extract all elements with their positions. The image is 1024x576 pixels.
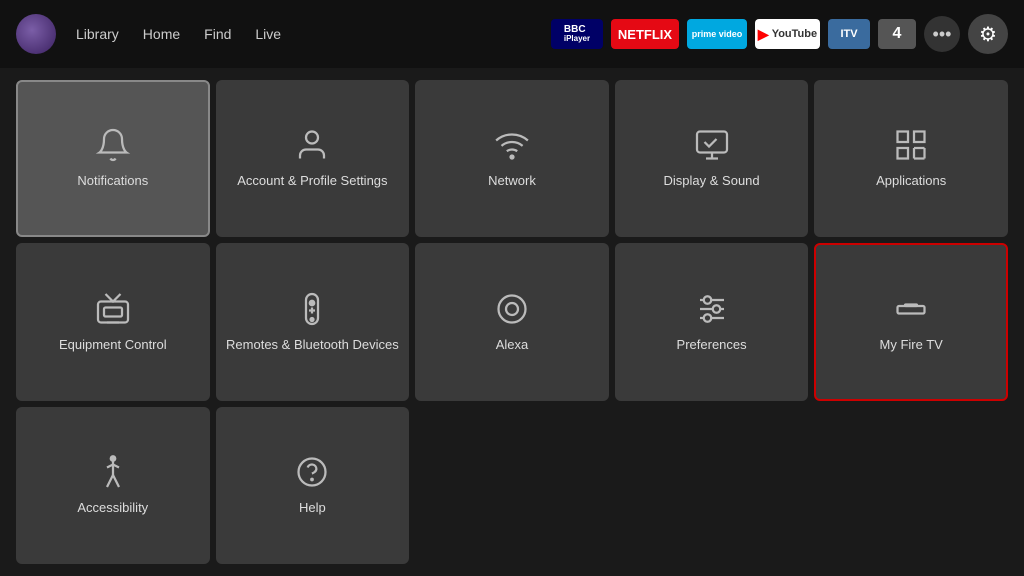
display-sound-tile[interactable]: Display & Sound xyxy=(615,80,809,237)
alexa-tile[interactable]: Alexa xyxy=(415,243,609,400)
more-button[interactable]: ••• xyxy=(924,16,960,52)
applications-tile[interactable]: Applications xyxy=(814,80,1008,237)
nav-home[interactable]: Home xyxy=(143,26,180,42)
help-tile[interactable]: Help xyxy=(216,407,410,564)
person-icon xyxy=(294,127,330,163)
help-icon xyxy=(294,454,330,490)
alexa-icon xyxy=(494,291,530,327)
equipment-label: Equipment Control xyxy=(59,337,167,354)
remotes-tile[interactable]: Remotes & Bluetooth Devices xyxy=(216,243,410,400)
notifications-label: Notifications xyxy=(77,173,148,190)
nav-find[interactable]: Find xyxy=(204,26,231,42)
streaming-badges: BBCiPlayer NETFLIX prime video ▶YouTube … xyxy=(551,19,916,49)
nav-links: Library Home Find Live xyxy=(76,26,543,42)
bell-icon xyxy=(95,127,131,163)
itv-badge[interactable]: ITV xyxy=(828,19,870,49)
apps-icon xyxy=(893,127,929,163)
settings-grid: Notifications Account & Profile Settings… xyxy=(0,68,1024,576)
wifi-icon xyxy=(494,127,530,163)
myfiretv-tile[interactable]: My Fire TV xyxy=(814,243,1008,400)
display-sound-label: Display & Sound xyxy=(664,173,760,190)
firetv-icon xyxy=(893,291,929,327)
help-label: Help xyxy=(299,500,326,517)
myfiretv-label: My Fire TV xyxy=(880,337,943,354)
netflix-badge[interactable]: NETFLIX xyxy=(611,19,679,49)
avatar[interactable] xyxy=(16,14,56,54)
remote-icon xyxy=(294,291,330,327)
alexa-label: Alexa xyxy=(496,337,529,354)
youtube-badge[interactable]: ▶YouTube xyxy=(755,19,820,49)
nav-live[interactable]: Live xyxy=(255,26,281,42)
nav-library[interactable]: Library xyxy=(76,26,119,42)
prime-video-badge[interactable]: prime video xyxy=(687,19,747,49)
applications-label: Applications xyxy=(876,173,946,190)
notifications-tile[interactable]: Notifications xyxy=(16,80,210,237)
settings-button[interactable]: ⚙ xyxy=(968,14,1008,54)
tv-icon xyxy=(95,291,131,327)
accessibility-label: Accessibility xyxy=(77,500,148,517)
sliders-icon xyxy=(694,291,730,327)
account-label: Account & Profile Settings xyxy=(237,173,387,190)
channel4-badge[interactable]: 4 xyxy=(878,19,916,49)
network-label: Network xyxy=(488,173,536,190)
bbc-iplayer-badge[interactable]: BBCiPlayer xyxy=(551,19,603,49)
display-icon xyxy=(694,127,730,163)
remotes-label: Remotes & Bluetooth Devices xyxy=(226,337,399,354)
equipment-tile[interactable]: Equipment Control xyxy=(16,243,210,400)
network-tile[interactable]: Network xyxy=(415,80,609,237)
accessibility-icon xyxy=(95,454,131,490)
preferences-label: Preferences xyxy=(677,337,747,354)
accessibility-tile[interactable]: Accessibility xyxy=(16,407,210,564)
preferences-tile[interactable]: Preferences xyxy=(615,243,809,400)
top-navigation: Library Home Find Live BBCiPlayer NETFLI… xyxy=(0,0,1024,68)
account-tile[interactable]: Account & Profile Settings xyxy=(216,80,410,237)
